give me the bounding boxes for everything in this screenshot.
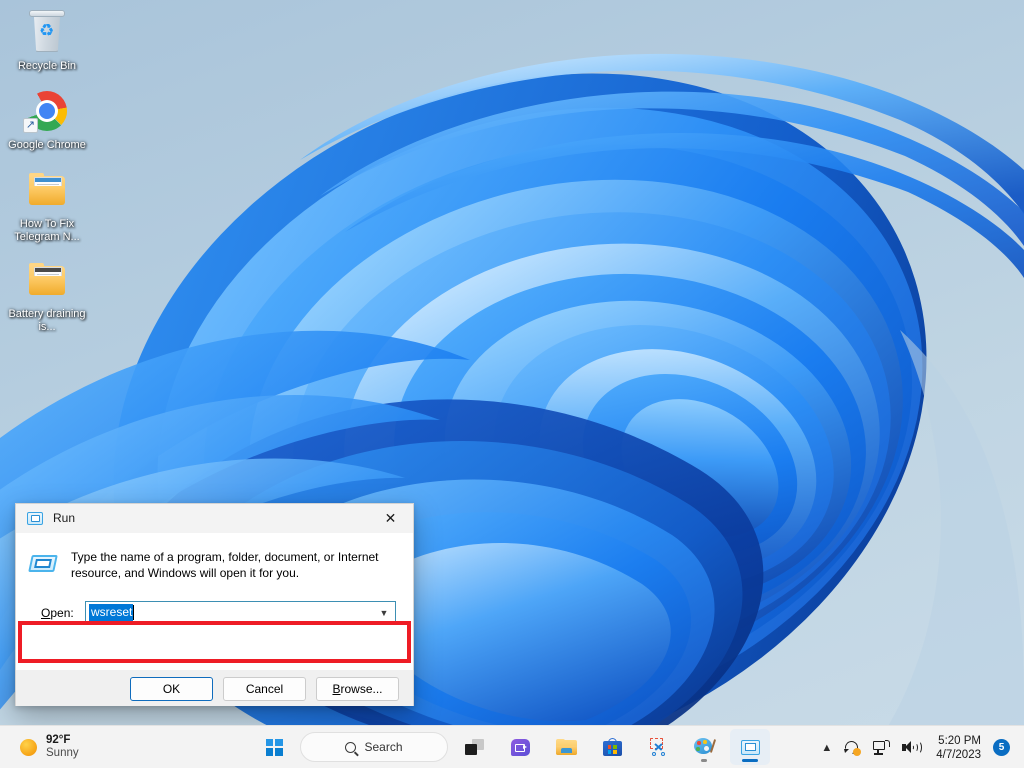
weather-widget[interactable]: 92°F Sunny <box>14 731 85 763</box>
volume-icon <box>902 740 923 755</box>
open-input-value[interactable]: wsreset <box>89 604 134 621</box>
run-dialog-title: Run <box>53 511 76 525</box>
ok-button[interactable]: OK <box>130 676 213 701</box>
taskbar-center-group: Search <box>254 729 770 765</box>
desktop-icon-recycle-bin[interactable]: ♻ Recycle Bin <box>0 8 94 73</box>
start-button[interactable] <box>254 729 294 765</box>
desktop-icon-battery-draining[interactable]: Battery draining is... <box>0 256 94 334</box>
desktop-icon-label: Google Chrome <box>8 139 86 151</box>
browse-button[interactable]: Browse... <box>316 676 399 701</box>
close-icon[interactable]: ✕ <box>368 504 413 533</box>
snipping-tool-icon <box>649 737 668 757</box>
taskbar: 92°F Sunny Search ▲ 5:20 PM 4/7/2023 5 <box>0 725 1024 768</box>
run-dialog-footer: OK Cancel Browse... <box>16 670 413 706</box>
desktop-icon-label: Recycle Bin <box>17 60 77 72</box>
run-description-row: Type the name of a program, folder, docu… <box>16 543 413 581</box>
desktop-icon-how-to-fix-telegram[interactable]: How To Fix Telegram N... <box>0 166 94 244</box>
run-dialog-titlebar[interactable]: Run ✕ <box>16 504 413 533</box>
tray-update-button[interactable] <box>838 732 867 764</box>
open-label: Open: <box>41 606 85 620</box>
browse-accel: B <box>332 681 341 696</box>
run-icon <box>740 739 760 755</box>
desktop-icon-label: How To Fix Telegram N... <box>14 218 80 243</box>
weather-condition: Sunny <box>46 747 79 759</box>
annotation-rectangle <box>18 621 411 663</box>
search-icon <box>345 741 357 753</box>
weather-temperature: 92°F <box>46 734 71 746</box>
weather-text: 92°F Sunny <box>46 734 79 760</box>
taskbar-item-paint[interactable] <box>684 729 724 765</box>
run-dialog-body: Type the name of a program, folder, docu… <box>16 533 413 670</box>
taskbar-clock[interactable]: 5:20 PM 4/7/2023 <box>932 731 985 765</box>
file-explorer-icon <box>555 738 577 756</box>
desktop-icon-label: Battery draining is... <box>8 308 86 333</box>
tray-network-button[interactable] <box>867 732 896 764</box>
chevron-down-icon[interactable]: ▼ <box>373 602 395 623</box>
recycle-bin-icon: ♻ <box>23 8 71 56</box>
open-field-row: Open: wsreset ▼ <box>41 601 407 624</box>
taskbar-item-microsoft-store[interactable] <box>592 729 632 765</box>
clock-date: 4/7/2023 <box>936 748 981 761</box>
taskbar-search-box[interactable]: Search <box>300 732 448 762</box>
google-chrome-icon: ↗ <box>23 87 71 135</box>
paint-icon <box>694 738 717 756</box>
system-tray: ▲ 5:20 PM 4/7/2023 5 <box>815 726 1024 768</box>
sun-icon <box>20 738 37 756</box>
windows-logo-icon <box>265 738 283 756</box>
open-label-accel: O <box>41 605 51 620</box>
folder-icon <box>23 256 71 304</box>
browse-rest: rowse... <box>340 681 383 696</box>
sync-update-icon <box>842 737 862 757</box>
open-combobox[interactable]: wsreset ▼ <box>85 601 396 624</box>
text-caret <box>133 605 135 620</box>
taskbar-item-snipping-tool[interactable] <box>638 729 678 765</box>
task-view-icon <box>464 739 484 755</box>
desktop-icon-google-chrome[interactable]: ↗ Google Chrome <box>0 87 94 152</box>
taskbar-item-file-explorer[interactable] <box>546 729 586 765</box>
taskbar-item-task-view[interactable] <box>454 729 494 765</box>
tray-volume-button[interactable] <box>896 732 926 764</box>
run-icon <box>27 511 43 525</box>
notification-badge[interactable]: 5 <box>993 739 1010 756</box>
taskbar-item-chat[interactable] <box>500 729 540 765</box>
folder-icon <box>23 166 71 214</box>
running-indicator <box>701 759 707 762</box>
clock-time: 5:20 PM <box>938 734 981 747</box>
tray-overflow-button[interactable]: ▲ <box>815 732 838 764</box>
run-window-icon <box>28 551 60 575</box>
microsoft-store-icon <box>602 738 622 756</box>
shortcut-arrow-icon: ↗ <box>23 118 38 133</box>
run-description-text: Type the name of a program, folder, docu… <box>71 550 379 580</box>
network-icon <box>873 740 891 755</box>
run-dialog: Run ✕ Type the name of a program, folder… <box>15 503 414 706</box>
active-indicator <box>742 759 758 762</box>
chat-icon <box>510 738 530 756</box>
chevron-up-icon: ▲ <box>821 741 833 754</box>
desktop-icon-list: ♻ Recycle Bin ↗ Google Chrome How To Fix… <box>0 8 94 346</box>
open-label-rest: pen: <box>50 605 74 620</box>
cancel-button[interactable]: Cancel <box>223 676 306 701</box>
search-label: Search <box>364 740 403 754</box>
taskbar-item-run[interactable] <box>730 729 770 765</box>
